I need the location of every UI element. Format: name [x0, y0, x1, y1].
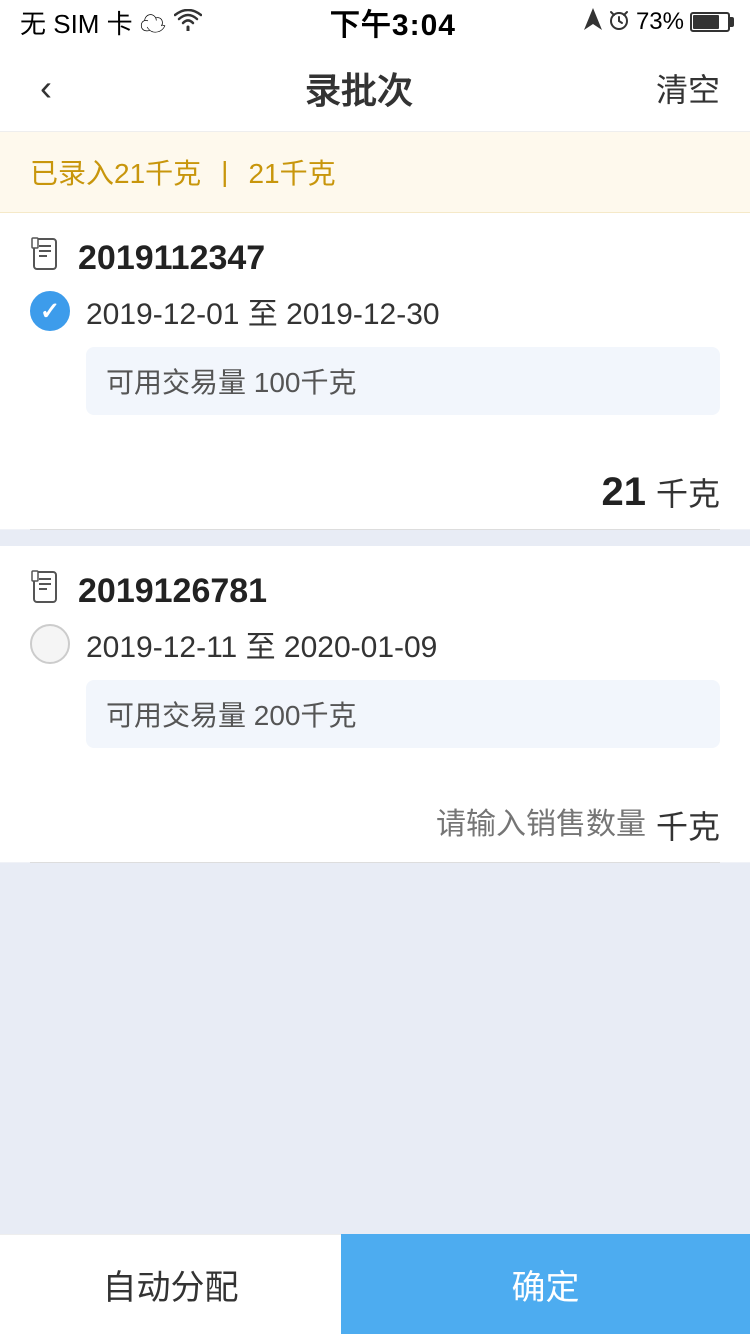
batch1-id: 2019112347 — [78, 239, 265, 278]
alarm-icon — [608, 8, 630, 37]
recorded-amount: 已录入21千克 — [30, 152, 201, 192]
section-divider — [0, 530, 750, 546]
batch1-header: 2019112347 — [30, 237, 720, 279]
batch2-id: 2019126781 — [78, 572, 267, 611]
batch2-icon — [30, 570, 64, 612]
batch2-input-row[interactable]: 千克 — [0, 782, 750, 862]
batch1-available: 可用交易量 100千克 — [86, 347, 720, 415]
wifi-icon — [174, 7, 202, 38]
batch2-radio[interactable] — [30, 624, 70, 664]
batch-item-2: 2019126781 2019-12-11 至 2020-01-09 可用交易量… — [0, 546, 750, 782]
nav-bar: ‹ 录批次 清空 — [0, 44, 750, 132]
batch2-date: 2019-12-11 至 2020-01-09 — [86, 622, 437, 666]
info-banner: 已录入21千克 | 21千克 — [0, 132, 750, 213]
batch2-available: 可用交易量 200千克 — [86, 680, 720, 748]
total-amount: 21千克 — [248, 152, 335, 192]
batch1-quantity-unit: 千克 — [656, 469, 720, 515]
confirm-button[interactable]: 确定 — [341, 1234, 750, 1334]
gray-area — [0, 863, 750, 1283]
no-sim-text: 无 SIM 卡 ☁ — [20, 4, 166, 41]
batch2-header: 2019126781 — [30, 570, 720, 612]
batch1-date: 2019-12-01 至 2019-12-30 — [86, 289, 440, 333]
status-left: 无 SIM 卡 ☁ — [20, 4, 202, 41]
batch2-unit: 千克 — [656, 802, 720, 848]
status-right: 73% — [584, 8, 730, 37]
batch2-date-row[interactable]: 2019-12-11 至 2020-01-09 — [30, 622, 720, 666]
battery-icon — [690, 12, 730, 32]
batch-item-1: 2019112347 2019-12-01 至 2019-12-30 可用交易量… — [0, 213, 750, 449]
status-time: 下午3:04 — [330, 0, 456, 44]
back-button[interactable]: ‹ — [30, 57, 62, 119]
batch1-radio[interactable] — [30, 291, 70, 331]
batch2-quantity-input[interactable] — [346, 808, 646, 842]
bottom-bar: 自动分配 确定 — [0, 1234, 750, 1334]
batch1-quantity-value: 21 — [586, 470, 646, 515]
batch1-quantity-row: 21 千克 — [0, 449, 750, 529]
clear-button[interactable]: 清空 — [656, 65, 720, 111]
auto-distribute-button[interactable]: 自动分配 — [0, 1234, 341, 1334]
batch1-date-row[interactable]: 2019-12-01 至 2019-12-30 — [30, 289, 720, 333]
info-divider: | — [221, 156, 228, 188]
status-bar: 无 SIM 卡 ☁ 下午3:04 73% — [0, 0, 750, 44]
location-icon — [584, 8, 602, 37]
page-title: 录批次 — [305, 62, 413, 114]
battery-percent: 73% — [636, 8, 684, 36]
batch1-icon — [30, 237, 64, 279]
